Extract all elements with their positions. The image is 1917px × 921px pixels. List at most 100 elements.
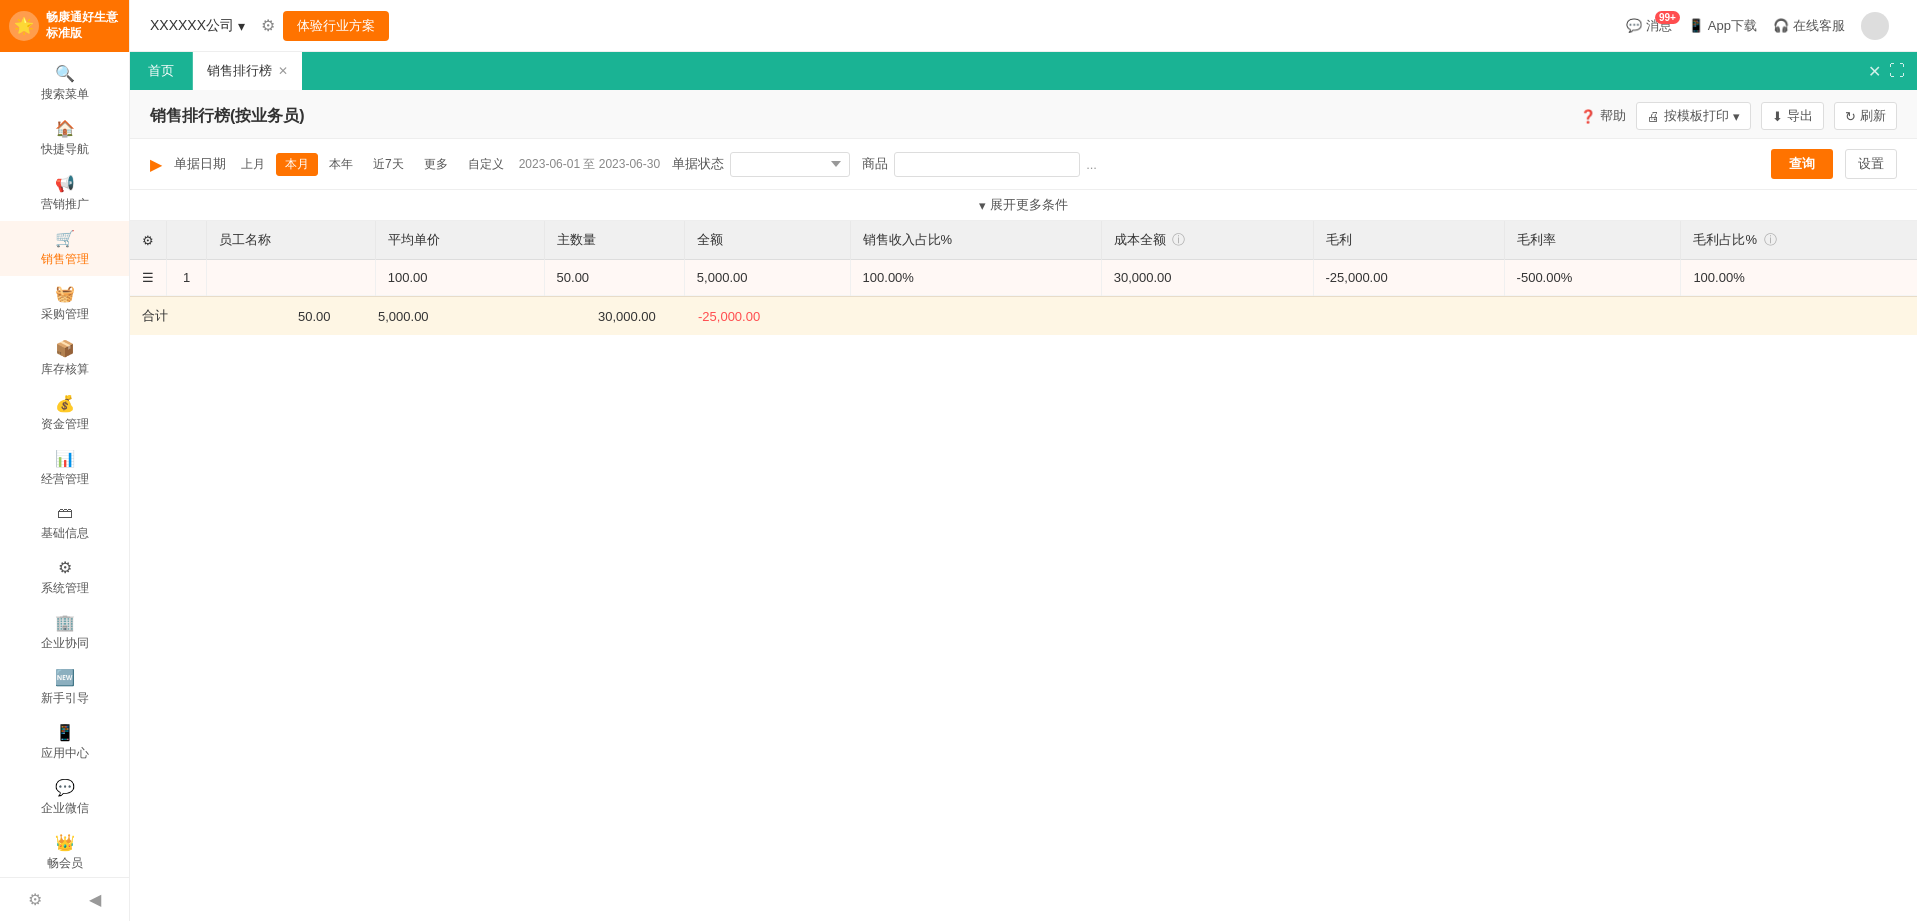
data-table: ⚙ 员工名称 平均单价 主数量 全额 销售收入占比% 成本全额 ⓘ 毛利 毛利率… [130,221,1917,296]
sidebar-item-sales[interactable]: 🛒销售管理 [0,221,129,276]
window-close-icon[interactable]: ✕ [1868,62,1881,81]
sidebar-item-wechat[interactable]: 💬企业微信 [0,770,129,825]
tab-window-buttons: ✕ ⛶ [1856,62,1917,81]
row-sales-ratio: 100.00% [850,260,1101,296]
sidebar-item-label: 销售管理 [41,251,89,268]
date-tab-this-year[interactable]: 本年 [320,153,362,176]
col-settings[interactable]: ⚙ [130,221,167,260]
tabbar: 首页 销售排行榜 ✕ ✕ ⛶ [130,52,1917,90]
refresh-icon: ↻ [1845,109,1856,124]
filter-settings-button[interactable]: 设置 [1845,149,1897,179]
refresh-button[interactable]: ↻ 刷新 [1834,102,1897,130]
sidebar-footer: ⚙ ◀ [0,877,129,921]
sidebar: 🌟 畅康通好生意 标准版 🔍搜索菜单🏠快捷导航📢营销推广🛒销售管理🧺采购管理📦库… [0,0,130,921]
guide-icon: 🆕 [55,668,75,687]
page-actions: ❓ 帮助 🖨 按模板打印 ▾ ⬇ 导出 ↻ 刷新 [1580,102,1897,130]
tab-close-icon[interactable]: ✕ [278,64,288,78]
table-body: ☰ 1 100.00 50.00 5,000.00 100.00% 30,000… [130,260,1917,296]
collapse-icon[interactable]: ◀ [85,886,105,913]
col-avg-price: 平均单价 [375,221,544,260]
logo-icon: 🌟 [8,10,40,42]
sidebar-item-label: 企业微信 [41,800,89,817]
topbar: XXXXXX公司 ▾ ⚙ 体验行业方案 💬 消息 99+ 📱 App下载 🎧 在… [130,0,1917,52]
expand-more-bar: ▾ 展开更多条件 [130,190,1917,221]
operation-icon: 📊 [55,449,75,468]
sidebar-item-member[interactable]: 👑 畅会员 [0,825,129,877]
date-tab-7days[interactable]: 近7天 [364,153,413,176]
date-tab-last-month[interactable]: 上月 [232,153,274,176]
sidebar-item-operation[interactable]: 📊经营管理 [0,441,129,496]
member-icon: 👑 [55,833,75,852]
col-cost-amount: 成本全额 ⓘ [1101,221,1313,260]
sidebar-item-label: 畅会员 [47,855,83,872]
date-tab-this-month[interactable]: 本月 [276,153,318,176]
sidebar-item-system[interactable]: ⚙系统管理 [0,550,129,605]
tab-sales-ranking[interactable]: 销售排行榜 ✕ [193,52,302,90]
sidebar-item-label: 新手引导 [41,690,89,707]
message-icon: 💬 [1626,18,1642,33]
cost-info-icon[interactable]: ⓘ [1172,232,1185,247]
settings-icon[interactable]: ⚙ [261,16,275,35]
sidebar-item-label: 基础信息 [41,525,89,542]
query-button[interactable]: 查询 [1771,149,1833,179]
help-label: 帮助 [1600,107,1626,125]
expand-conditions-button[interactable]: ▾ 展开更多条件 [979,196,1068,214]
support-action[interactable]: 🎧 在线客服 [1773,17,1845,35]
page-title: 销售排行榜(按业务员) [150,106,1580,127]
gross-ratio-info-icon[interactable]: ⓘ [1764,232,1777,247]
help-action[interactable]: ❓ 帮助 [1580,107,1626,125]
sidebar-item-marketing[interactable]: 📢营销推广 [0,166,129,221]
col-gross-rate: 毛利率 [1504,221,1681,260]
search-icon: 🔍 [55,64,75,83]
sidebar-item-finance[interactable]: 💰资金管理 [0,386,129,441]
message-action[interactable]: 💬 消息 99+ [1626,17,1672,35]
goods-input[interactable] [894,152,1080,177]
table-header-row: ⚙ 员工名称 平均单价 主数量 全额 销售收入占比% 成本全额 ⓘ 毛利 毛利率… [130,221,1917,260]
sidebar-item-search[interactable]: 🔍搜索菜单 [0,56,129,111]
settings-icon[interactable]: ⚙ [24,886,46,913]
row-settings[interactable]: ☰ [130,260,167,296]
date-filter-group: 单据日期 上月 本月 本年 近7天 更多 自定义 2023-06-01 至 20… [174,153,660,176]
sidebar-item-guide[interactable]: 🆕 新手引导 [0,660,129,715]
support-label: 在线客服 [1793,17,1845,35]
sidebar-item-shortcut[interactable]: 🏠快捷导航 [0,111,129,166]
footer-label: 合计 [142,307,262,325]
goods-filter-label: 商品 [862,155,888,173]
sidebar-item-appstore[interactable]: 📱应用中心 [0,715,129,770]
row-drag-icon: ☰ [142,270,154,285]
sidebar-item-inventory[interactable]: 📦库存核算 [0,331,129,386]
chevron-down-icon: ▾ [979,198,986,213]
date-tabs: 上月 本月 本年 近7天 更多 自定义 [232,153,513,176]
company-selector[interactable]: XXXXXX公司 ▾ [142,13,253,39]
sidebar-item-label: 采购管理 [41,306,89,323]
col-employee-name: 员工名称 [207,221,376,260]
filter-bar: ▶ 单据日期 上月 本月 本年 近7天 更多 自定义 2023-06-01 至 … [130,139,1917,190]
sidebar-item-purchase[interactable]: 🧺采购管理 [0,276,129,331]
filter-expand-arrow[interactable]: ▶ [150,155,162,174]
date-tab-more[interactable]: 更多 [415,153,457,176]
tab-home[interactable]: 首页 [130,52,193,90]
export-button[interactable]: ⬇ 导出 [1761,102,1824,130]
table-footer: 合计 50.00 5,000.00 30,000.00 -25,000.00 [130,296,1917,335]
company-name: XXXXXX公司 [150,17,234,35]
table-row: ☰ 1 100.00 50.00 5,000.00 100.00% 30,000… [130,260,1917,296]
row-gross: -25,000.00 [1313,260,1504,296]
sidebar-item-label: 库存核算 [41,361,89,378]
print-button[interactable]: 🖨 按模板打印 ▾ [1636,102,1751,130]
row-gross-ratio: 100.00% [1681,260,1917,296]
date-tab-custom[interactable]: 自定义 [459,153,513,176]
status-filter-group: 单据状态 [672,152,850,177]
footer-amount: 5,000.00 [366,309,466,324]
sidebar-item-enterprise[interactable]: 🏢企业协同 [0,605,129,660]
goods-more-icon[interactable]: ... [1086,157,1097,172]
status-select[interactable] [730,152,850,177]
window-maximize-icon[interactable]: ⛶ [1889,62,1905,81]
message-badge: 99+ [1655,11,1680,24]
chevron-down-icon: ▾ [238,18,245,34]
main-content: XXXXXX公司 ▾ ⚙ 体验行业方案 💬 消息 99+ 📱 App下载 🎧 在… [130,0,1917,921]
sidebar-item-basic[interactable]: 🗃基础信息 [0,496,129,550]
marketing-icon: 📢 [55,174,75,193]
download-action[interactable]: 📱 App下载 [1688,17,1757,35]
trial-button[interactable]: 体验行业方案 [283,11,389,41]
avatar[interactable] [1861,12,1889,40]
